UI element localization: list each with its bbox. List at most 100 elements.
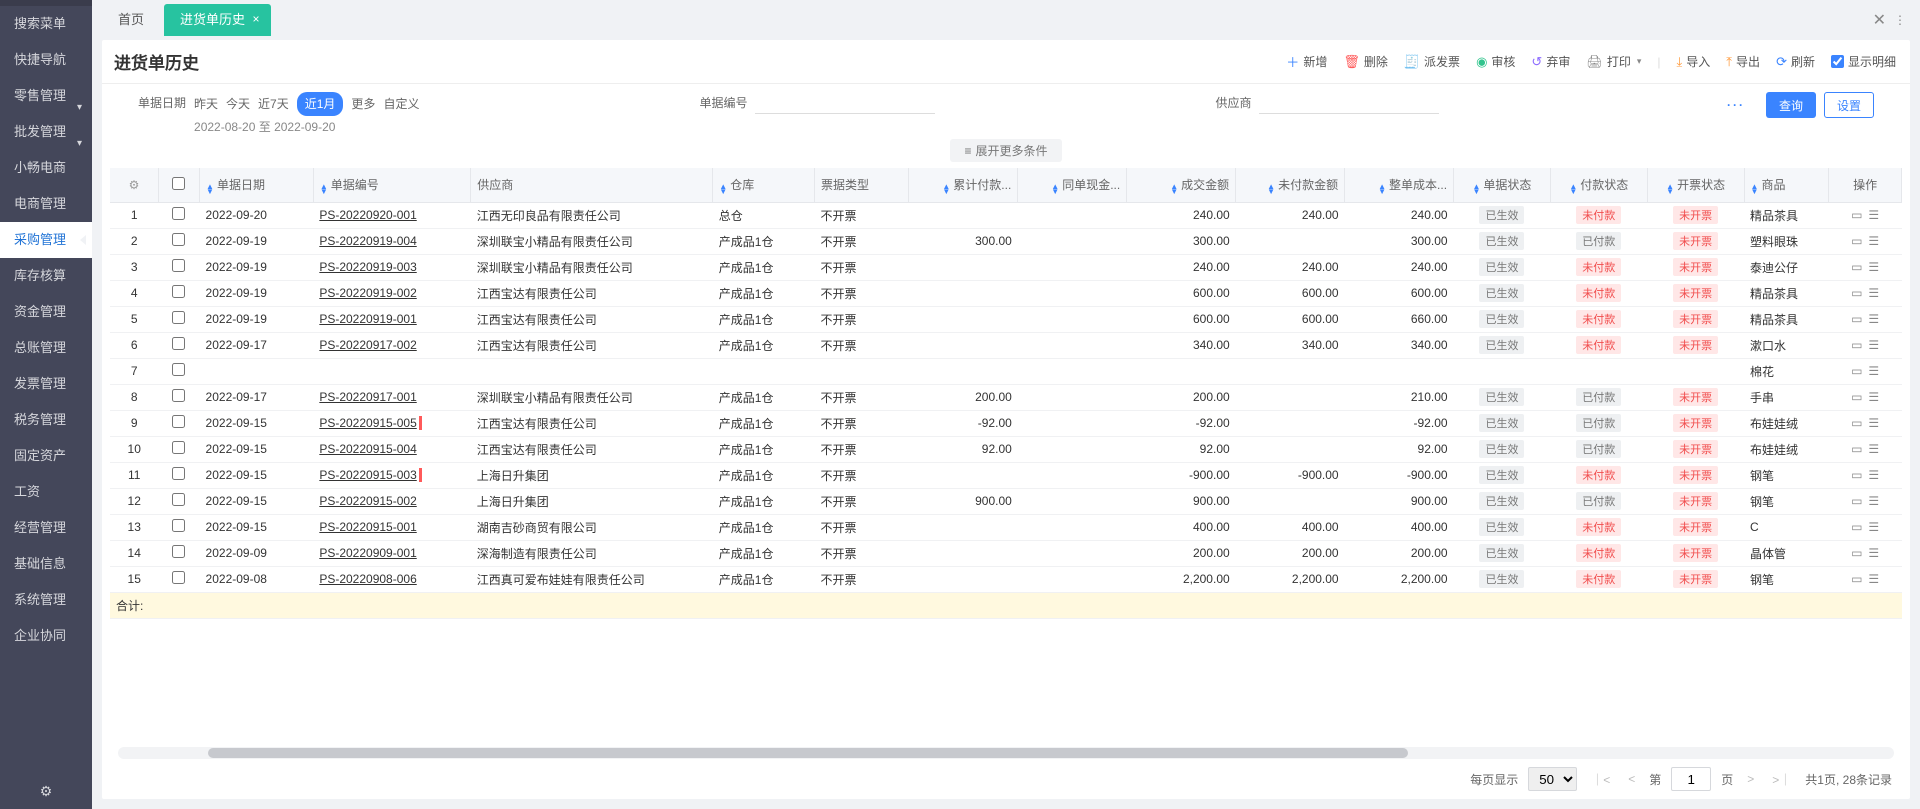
sidebar-item[interactable]: 电商管理: [0, 186, 92, 222]
table-row[interactable]: 12022-09-20PS-20220920-001江西无印良品有限责任公司总仓…: [110, 202, 1902, 228]
sidebar-item[interactable]: 发票管理: [0, 366, 92, 402]
code-link[interactable]: PS-20220915-005: [319, 416, 416, 430]
view-icon[interactable]: ▭: [1851, 572, 1862, 586]
cell-code[interactable]: [313, 358, 470, 384]
cell-checkbox[interactable]: [158, 436, 199, 462]
date-op-yesterday[interactable]: 昨天: [194, 93, 218, 115]
settings-button[interactable]: 设置: [1824, 92, 1874, 118]
sidebar-item[interactable]: 库存核算: [0, 258, 92, 294]
row-checkbox[interactable]: [172, 389, 185, 402]
cell-code[interactable]: PS-20220915-003: [313, 462, 470, 488]
cell-checkbox[interactable]: [158, 384, 199, 410]
col-goods[interactable]: ▲▼商品: [1744, 168, 1829, 202]
table-row[interactable]: 132022-09-15PS-20220915-001湖南吉砂商贸有限公司产成品…: [110, 514, 1902, 540]
code-link[interactable]: PS-20220909-001: [319, 546, 416, 560]
row-checkbox[interactable]: [172, 233, 185, 246]
col-unpaid[interactable]: ▲▼未付款金额: [1236, 168, 1345, 202]
view-icon[interactable]: ▭: [1851, 390, 1862, 404]
cell-checkbox[interactable]: [158, 332, 199, 358]
cell-checkbox[interactable]: [158, 488, 199, 514]
filter-more-button[interactable]: ···: [1714, 92, 1758, 118]
date-op-custom[interactable]: 自定义: [383, 93, 419, 115]
row-checkbox[interactable]: [172, 519, 185, 532]
table-row[interactable]: 42022-09-19PS-20220919-002江西宝达有限责任公司产成品1…: [110, 280, 1902, 306]
more-icon[interactable]: ☰: [1868, 468, 1879, 482]
view-icon[interactable]: ▭: [1851, 546, 1862, 560]
sidebar-item[interactable]: 基础信息: [0, 546, 92, 582]
more-icon[interactable]: ☰: [1868, 338, 1879, 352]
add-button[interactable]: ＋新增: [1286, 52, 1327, 71]
more-icon[interactable]: ☰: [1868, 260, 1879, 274]
cell-checkbox[interactable]: [158, 540, 199, 566]
per-page-select[interactable]: 50: [1528, 767, 1577, 791]
more-icon[interactable]: ☰: [1868, 546, 1879, 560]
more-icon[interactable]: ☰: [1868, 572, 1879, 586]
code-link[interactable]: PS-20220919-003: [319, 260, 416, 274]
table-row[interactable]: 82022-09-17PS-20220917-001深圳联宝小精品有限责任公司产…: [110, 384, 1902, 410]
table-row[interactable]: 92022-09-15PS-20220915-005江西宝达有限责任公司产成品1…: [110, 410, 1902, 436]
code-link[interactable]: PS-20220915-004: [319, 442, 416, 456]
code-link[interactable]: PS-20220915-002: [319, 494, 416, 508]
col-pay-status[interactable]: ▲▼付款状态: [1550, 168, 1647, 202]
cell-code[interactable]: PS-20220920-001: [313, 202, 470, 228]
show-detail-toggle[interactable]: 显示明细: [1831, 53, 1896, 70]
horizontal-scrollbar[interactable]: [118, 747, 1894, 759]
col-date[interactable]: ▲▼单据日期: [200, 168, 314, 202]
row-checkbox[interactable]: [172, 571, 185, 584]
row-checkbox[interactable]: [172, 311, 185, 324]
date-op-more[interactable]: 更多: [351, 93, 375, 115]
col-invoice-status[interactable]: ▲▼开票状态: [1647, 168, 1744, 202]
tabs-more-icon[interactable]: ⋮: [1894, 13, 1906, 27]
sidebar-item[interactable]: 采购管理: [0, 222, 92, 258]
sidebar-settings-icon[interactable]: ⚙: [0, 783, 92, 809]
sidebar-item[interactable]: 快捷导航: [0, 42, 92, 78]
cell-checkbox[interactable]: [158, 358, 199, 384]
col-checkbox[interactable]: [158, 168, 199, 202]
table-row[interactable]: 62022-09-17PS-20220917-002江西宝达有限责任公司产成品1…: [110, 332, 1902, 358]
order-input[interactable]: [755, 92, 935, 114]
view-icon[interactable]: ▭: [1851, 286, 1862, 300]
col-gear[interactable]: ⚙: [110, 168, 158, 202]
cell-checkbox[interactable]: [158, 202, 199, 228]
view-icon[interactable]: ▭: [1851, 208, 1862, 222]
cell-code[interactable]: PS-20220919-004: [313, 228, 470, 254]
pager-last-icon[interactable]: >｜: [1768, 771, 1795, 788]
sidebar-item[interactable]: 固定资产: [0, 438, 92, 474]
discard-button[interactable]: ↺弃审: [1531, 53, 1570, 70]
send-invoice-button[interactable]: 🧾派发票: [1404, 53, 1460, 70]
pager-first-icon[interactable]: ｜<: [1587, 771, 1614, 788]
more-icon[interactable]: ☰: [1868, 390, 1879, 404]
row-checkbox[interactable]: [172, 285, 185, 298]
view-icon[interactable]: ▭: [1851, 442, 1862, 456]
row-checkbox[interactable]: [172, 207, 185, 220]
table-row[interactable]: 152022-09-08PS-20220908-006江西真可爱布娃娃有限责任公…: [110, 566, 1902, 592]
sidebar-item[interactable]: 资金管理: [0, 294, 92, 330]
sidebar-item[interactable]: 批发管理▾: [0, 114, 92, 150]
tab-home[interactable]: 首页: [102, 4, 160, 36]
print-button[interactable]: 🖨打印▾: [1586, 53, 1641, 70]
select-all-checkbox[interactable]: [172, 177, 185, 190]
more-icon[interactable]: ☰: [1868, 234, 1879, 248]
cell-code[interactable]: PS-20220915-001: [313, 514, 470, 540]
sidebar-item[interactable]: 经营管理: [0, 510, 92, 546]
more-icon[interactable]: ☰: [1868, 494, 1879, 508]
view-icon[interactable]: ▭: [1851, 494, 1862, 508]
expand-filters-button[interactable]: ≡ 展开更多条件: [950, 139, 1061, 162]
table-row[interactable]: 52022-09-19PS-20220919-001江西宝达有限责任公司产成品1…: [110, 306, 1902, 332]
sidebar-item[interactable]: 总账管理: [0, 330, 92, 366]
row-checkbox[interactable]: [172, 415, 185, 428]
col-full-cost[interactable]: ▲▼整单成本...: [1345, 168, 1454, 202]
view-icon[interactable]: ▭: [1851, 416, 1862, 430]
col-deal-amount[interactable]: ▲▼成交金额: [1127, 168, 1236, 202]
code-link[interactable]: PS-20220915-001: [319, 520, 416, 534]
row-checkbox[interactable]: [172, 337, 185, 350]
cell-checkbox[interactable]: [158, 410, 199, 436]
table-row[interactable]: 102022-09-15PS-20220915-004江西宝达有限责任公司产成品…: [110, 436, 1902, 462]
code-link[interactable]: PS-20220920-001: [319, 208, 416, 222]
more-icon[interactable]: ☰: [1868, 312, 1879, 326]
table-row[interactable]: 112022-09-15PS-20220915-003上海日升集团产成品1仓不开…: [110, 462, 1902, 488]
col-supplier[interactable]: 供应商: [471, 168, 713, 202]
code-link[interactable]: PS-20220917-001: [319, 390, 416, 404]
table-row[interactable]: 122022-09-15PS-20220915-002上海日升集团产成品1仓不开…: [110, 488, 1902, 514]
sidebar-item[interactable]: 系统管理: [0, 582, 92, 618]
